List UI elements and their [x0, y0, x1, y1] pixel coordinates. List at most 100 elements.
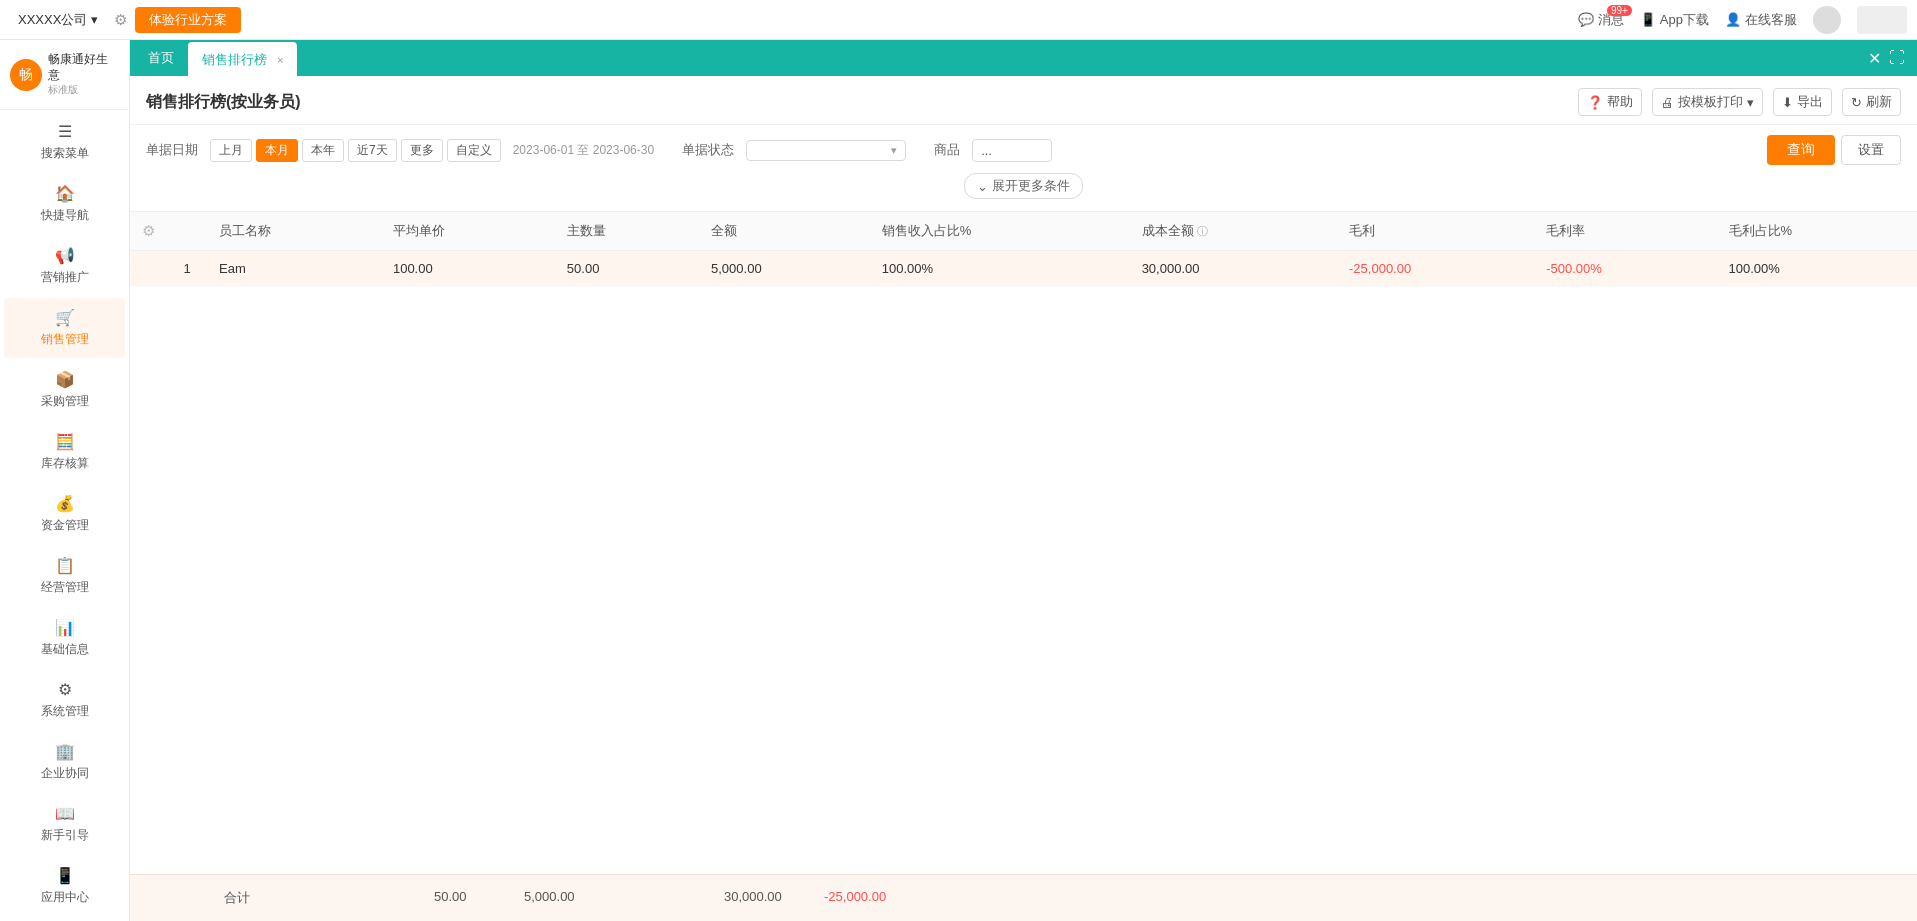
sidebar-item-purchase[interactable]: 📦采购管理 — [4, 360, 125, 420]
page-content: 销售排行榜(按业务员) ❓ 帮助 🖨 按模板打印 ▾ ⬇ 导出 — [130, 76, 1917, 921]
this-month-btn[interactable]: 本月 — [256, 139, 298, 162]
table-row: 1 Eam 100.00 50.00 5,000.00 100.00% 30,0… — [130, 251, 1917, 287]
print-button[interactable]: 🖨 按模板打印 ▾ — [1652, 88, 1763, 116]
cell-avg-price: 100.00 — [381, 251, 555, 287]
sidebar-logo: 畅 畅康通好生意 标准版 — [0, 40, 129, 110]
settings-icon[interactable]: ⚙ — [114, 11, 127, 29]
export-label: 导出 — [1797, 93, 1823, 111]
sidebar-item-sales[interactable]: 🛒销售管理 — [4, 298, 125, 358]
maximize-icon[interactable]: ⛶ — [1889, 49, 1905, 67]
page-actions: ❓ 帮助 🖨 按模板打印 ▾ ⬇ 导出 ↻ 刷新 — [1578, 88, 1901, 116]
sidebar-item-apps[interactable]: 📱应用中心 — [4, 856, 125, 916]
page-title: 销售排行榜(按业务员) — [146, 92, 301, 113]
settings-button[interactable]: 设置 — [1841, 135, 1901, 165]
sidebar-item-operations[interactable]: 📋经营管理 — [4, 546, 125, 606]
footer-avg-price — [332, 885, 422, 911]
top-bar: XXXXX公司 ▾ ⚙ 体验行业方案 💬 消息 99+ 📱 App下载 👤 在线… — [0, 0, 1917, 40]
sidebar-item-basics[interactable]: 📊 基础信息 — [4, 608, 125, 668]
message-button[interactable]: 💬 消息 99+ — [1578, 11, 1624, 29]
sidebar-icon-shortcut: 🏠 — [55, 184, 75, 203]
message-icon: 💬 — [1578, 12, 1594, 27]
footer-label2 — [172, 885, 212, 911]
footer-gross-profit: -25,000.00 — [812, 885, 912, 911]
footer-total-label: 合计 — [212, 885, 332, 911]
col-settings[interactable]: ⚙ — [130, 212, 167, 251]
sidebar-item-enterprise[interactable]: 🏢企业协同 — [4, 732, 125, 792]
cell-sales-pct: 100.00% — [870, 251, 1130, 287]
sidebar-label-system: 系统管理 — [41, 703, 89, 720]
date-range-display: 2023-06-01 至 2023-06-30 — [513, 142, 654, 159]
expand-filters-button[interactable]: ⌄ 展开更多条件 — [964, 173, 1083, 199]
footer-label — [142, 885, 172, 911]
avatar[interactable] — [1813, 6, 1841, 34]
service-icon: 👤 — [1725, 12, 1741, 27]
sidebar-icon-basics: 📊 — [55, 618, 75, 637]
logo-icon: 畅 — [10, 59, 42, 91]
cell-gross-profit: -25,000.00 — [1337, 251, 1534, 287]
more-dates-btn[interactable]: 更多 — [401, 139, 443, 162]
refresh-button[interactable]: ↻ 刷新 — [1842, 88, 1901, 116]
sidebar-item-system[interactable]: ⚙系统管理 — [4, 670, 125, 730]
date-buttons: 上月 本月 本年 近7天 更多 自定义 — [210, 139, 501, 162]
cell-total: 5,000.00 — [699, 251, 870, 287]
tab-sales-ranking[interactable]: 销售排行榜 × — [188, 42, 297, 78]
date-filter-label: 单据日期 — [146, 141, 198, 159]
table-footer: 合计 50.00 5,000.00 30,000.00 -25,000.00 — [130, 874, 1917, 921]
sidebar-label-basics: 基础信息 — [41, 641, 89, 658]
tab-close-icon[interactable]: × — [277, 54, 283, 66]
sidebar-item-search[interactable]: ☰搜索菜单 — [4, 112, 125, 172]
sidebar-icon-purchase: 📦 — [55, 370, 75, 389]
sidebar-icon-operations: 📋 — [55, 556, 75, 575]
sidebar-item-guide[interactable]: 📖新手引导 — [4, 794, 125, 854]
status-select[interactable]: ▾ — [746, 140, 906, 161]
online-service-button[interactable]: 👤 在线客服 — [1725, 11, 1797, 29]
expand-icon: ⌄ — [977, 179, 988, 194]
goods-input-area[interactable]: ... — [972, 139, 1052, 162]
help-label: 帮助 — [1607, 93, 1633, 111]
tab-home[interactable]: 首页 — [134, 40, 188, 76]
sidebar-icon-guide: 📖 — [55, 804, 75, 823]
refresh-icon: ↻ — [1851, 95, 1862, 110]
sidebar: 畅 畅康通好生意 标准版 ☰搜索菜单🏠快捷导航📢营销推广🛒销售管理📦采购管理🧮库… — [0, 40, 130, 921]
print-arrow-icon: ▾ — [1747, 95, 1754, 110]
sidebar-label-finance: 资金管理 — [41, 517, 89, 534]
status-dropdown-icon: ▾ — [891, 144, 897, 157]
query-button[interactable]: 查询 — [1767, 135, 1835, 165]
sidebar-icon-apps: 📱 — [55, 866, 75, 885]
custom-date-btn[interactable]: 自定义 — [447, 139, 501, 162]
sidebar-label-sales: 销售管理 — [41, 331, 89, 348]
sidebar-item-finance[interactable]: 💰资金管理 — [4, 484, 125, 544]
col-gross-rate: 毛利率 — [1534, 212, 1716, 251]
col-sales-pct: 销售收入占比% — [870, 212, 1130, 251]
company-selector[interactable]: XXXXX公司 ▾ — [10, 9, 106, 31]
last-7-days-btn[interactable]: 近7天 — [348, 139, 397, 162]
sidebar-item-marketing[interactable]: 📢营销推广 — [4, 236, 125, 296]
export-button[interactable]: ⬇ 导出 — [1773, 88, 1832, 116]
status-filter-label: 单据状态 — [682, 141, 734, 159]
sidebar-item-inventory[interactable]: 🧮库存核算 — [4, 422, 125, 482]
footer-total: 5,000.00 — [512, 885, 602, 911]
app-download-button[interactable]: 📱 App下载 — [1640, 11, 1709, 29]
table-wrapper: ⚙ 员工名称 平均单价 主数量 全额 销售收入占比% 成本全额 ⓘ 毛利 毛利率… — [130, 212, 1917, 874]
sidebar-icon-search: ☰ — [58, 122, 72, 141]
data-table: ⚙ 员工名称 平均单价 主数量 全额 销售收入占比% 成本全额 ⓘ 毛利 毛利率… — [130, 212, 1917, 287]
sidebar-icon-inventory: 🧮 — [55, 432, 75, 451]
close-window-icon[interactable]: ✕ — [1868, 49, 1881, 68]
sidebar-label-enterprise: 企业协同 — [41, 765, 89, 782]
avatar2[interactable] — [1857, 6, 1907, 34]
sidebar-item-shortcut[interactable]: 🏠快捷导航 — [4, 174, 125, 234]
app-label: App下载 — [1660, 11, 1709, 29]
this-year-btn[interactable]: 本年 — [302, 139, 344, 162]
cell-name: Eam — [207, 251, 381, 287]
company-name: XXXXX公司 — [18, 11, 87, 29]
export-icon: ⬇ — [1782, 95, 1793, 110]
filter-bar: 单据日期 上月 本月 本年 近7天 更多 自定义 2023-06-01 至 20… — [130, 125, 1917, 212]
cell-quantity: 50.00 — [555, 251, 699, 287]
table-header-row: ⚙ 员工名称 平均单价 主数量 全额 销售收入占比% 成本全额 ⓘ 毛利 毛利率… — [130, 212, 1917, 251]
help-icon: ❓ — [1587, 95, 1603, 110]
message-badge: 99+ — [1607, 5, 1632, 16]
last-month-btn[interactable]: 上月 — [210, 139, 252, 162]
home-tab-label: 首页 — [148, 49, 174, 67]
trial-button[interactable]: 体验行业方案 — [135, 7, 241, 33]
help-button[interactable]: ❓ 帮助 — [1578, 88, 1642, 116]
